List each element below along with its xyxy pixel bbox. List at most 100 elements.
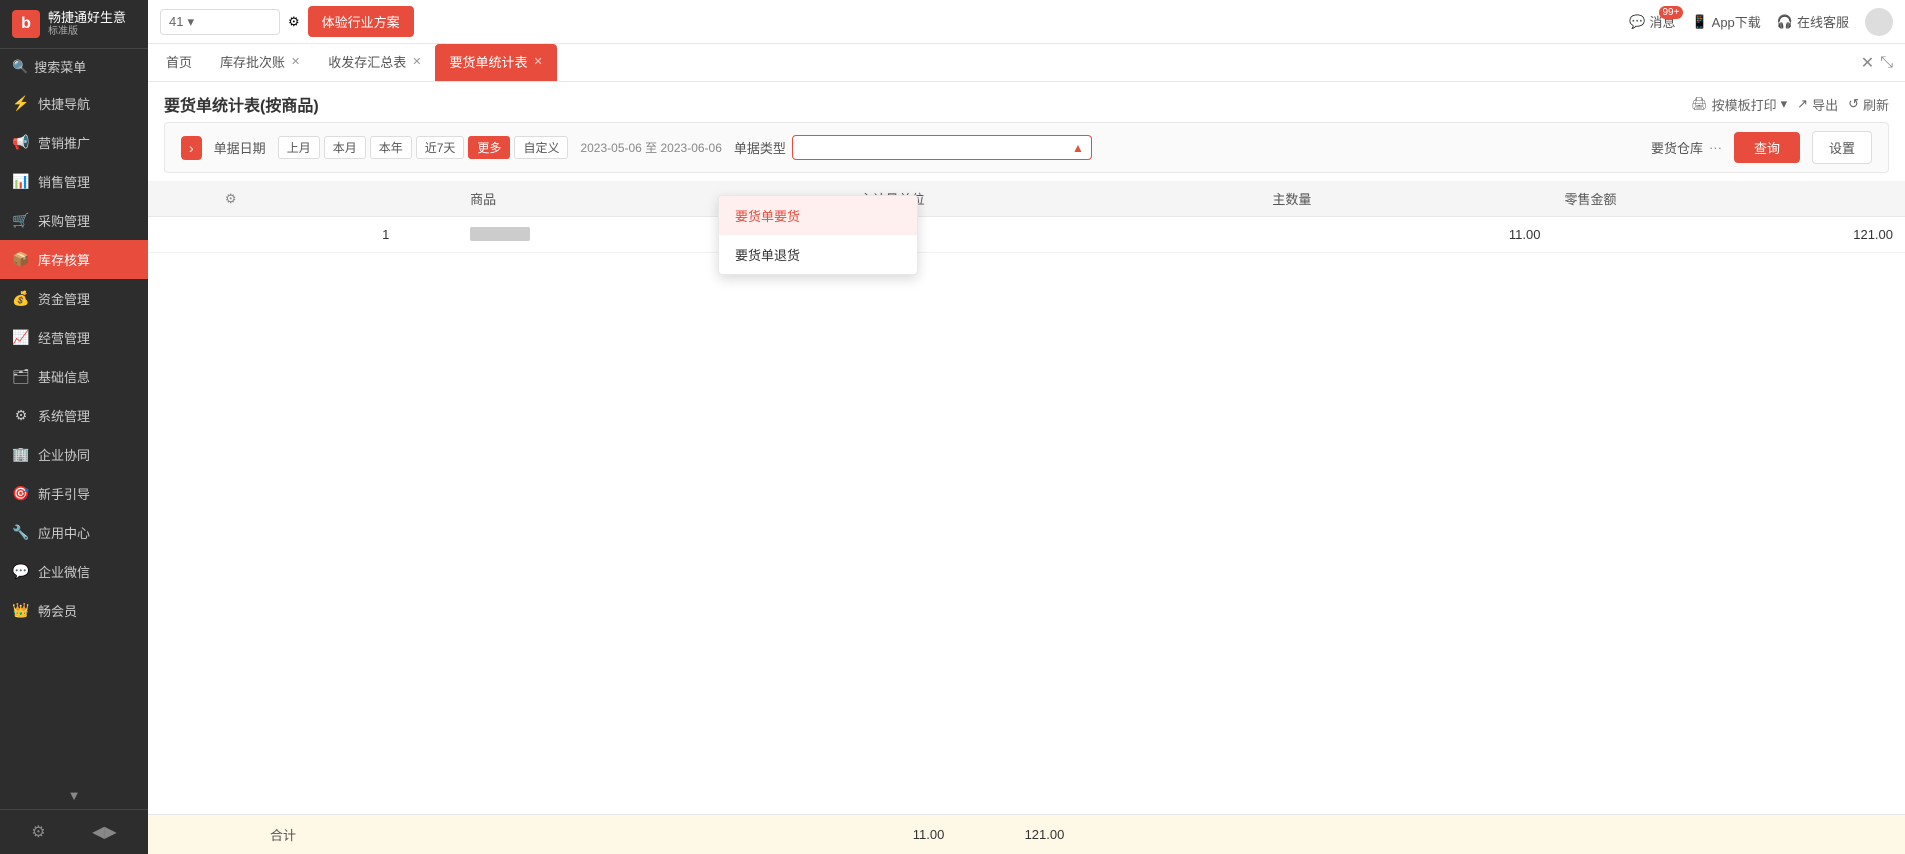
sidebar-item-shortcut[interactable]: ⚡ 快捷导航 [0, 84, 148, 123]
operations-icon: 📈 [12, 329, 30, 347]
online-service-btn[interactable]: 🎧 在线客服 [1777, 12, 1849, 31]
footer-label: 合计 [240, 825, 440, 844]
row-amount: 121.00 [1552, 217, 1905, 253]
store-name: 41 [169, 14, 183, 29]
export-btn[interactable]: ↗ 导出 [1797, 95, 1838, 114]
date-btn-custom[interactable]: 自定义 [514, 136, 568, 159]
date-btn-last-month[interactable]: 上月 [278, 136, 320, 159]
topbar: 41 ▾ ⚙ 体验行业方案 💬 消息 99+ 📱 App下载 🎧 在线客服 [148, 0, 1905, 44]
tab-inventory-batch-label: 库存批次账 [220, 52, 285, 71]
sidebar-item-marketing[interactable]: 📢 营销推广 [0, 123, 148, 162]
sidebar-item-member[interactable]: 👑 畅会员 [0, 591, 148, 630]
tab-receive-send-close[interactable]: ✕ [412, 55, 421, 68]
sidebar-item-inventory[interactable]: 📦 库存核算 [0, 240, 148, 279]
tab-home[interactable]: 首页 [152, 44, 206, 81]
type-filter-input[interactable] [792, 135, 1092, 160]
date-btn-last-7days[interactable]: 近7天 [416, 136, 465, 159]
tab-inventory-batch-close[interactable]: ✕ [291, 55, 300, 68]
date-range-btns: 上月 本月 本年 近7天 更多 自定义 [278, 136, 569, 159]
filter-type-section: 单据类型 ▲ [734, 135, 1639, 160]
date-btn-this-year[interactable]: 本年 [370, 136, 412, 159]
tab-home-label: 首页 [166, 52, 192, 71]
table-header-index [313, 181, 458, 217]
topbar-right: 💬 消息 99+ 📱 App下载 🎧 在线客服 [1629, 8, 1893, 36]
sidebar-item-sales[interactable]: 📊 销售管理 [0, 162, 148, 201]
export-icon: ↗ [1797, 96, 1808, 112]
footer-amount: 121.00 [964, 827, 1084, 842]
trial-button[interactable]: 体验行业方案 [308, 6, 414, 37]
refresh-btn-label: 刷新 [1863, 95, 1889, 114]
print-icon: 🖨 [1691, 96, 1708, 112]
store-selector[interactable]: 41 ▾ [160, 9, 280, 35]
type-filter-label: 单据类型 [734, 138, 786, 157]
print-btn-label: 按模板打印 [1712, 95, 1777, 114]
query-button[interactable]: 查询 [1734, 132, 1800, 163]
footer-quantity: 11.00 [844, 827, 964, 842]
date-btn-this-month[interactable]: 本月 [324, 136, 366, 159]
sidebar-item-system[interactable]: ⚙ 系统管理 [0, 396, 148, 435]
topbar-gear-icon[interactable]: ⚙ [288, 14, 300, 30]
refresh-icon: ↺ [1848, 96, 1859, 112]
maximize-window-icon[interactable]: ⤡ [1880, 54, 1893, 72]
close-window-icon[interactable]: ✕ [1861, 53, 1874, 73]
print-chevron-icon: ▾ [1781, 96, 1788, 112]
sidebar-item-appstore[interactable]: 🔧 应用中心 [0, 513, 148, 552]
table-footer: 合计 11.00 121.00 [148, 814, 1905, 854]
settings-bottom-btn[interactable]: ⚙ [27, 818, 49, 846]
sidebar-item-guide[interactable]: 🎯 新手引导 [0, 474, 148, 513]
user-avatar-btn[interactable] [1865, 8, 1893, 36]
sidebar-item-label: 畅会员 [38, 601, 77, 620]
row-index: 1 [313, 217, 458, 253]
sales-icon: 📊 [12, 173, 30, 191]
sidebar-item-label: 系统管理 [38, 406, 90, 425]
table-header-settings[interactable]: ⚙ [148, 181, 313, 217]
page-content: 要货单统计表(按商品) 🖨 按模板打印 ▾ ↗ 导出 ↺ 刷新 › [148, 82, 1905, 854]
dropdown-item-order-goods[interactable]: 要货单要货 [719, 196, 917, 235]
sidebar-item-enterprise[interactable]: 🏢 企业协同 [0, 435, 148, 474]
sidebar-item-label: 资金管理 [38, 289, 90, 308]
table-wrapper: ⚙ 商品 主计量单位 主数量 零售金额 1 [148, 181, 1905, 814]
page-title: 要货单统计表(按商品) [164, 92, 319, 116]
dropdown-item-return-goods[interactable]: 要货单退货 [719, 235, 917, 274]
warehouse-filter-dots[interactable]: ··· [1709, 140, 1722, 155]
sidebar-item-label: 应用中心 [38, 523, 90, 542]
system-icon: ⚙ [12, 407, 30, 425]
print-btn[interactable]: 🖨 按模板打印 ▾ [1691, 95, 1787, 114]
inventory-icon: 📦 [12, 251, 30, 269]
type-filter-arrow[interactable]: ▲ [1072, 141, 1084, 155]
service-icon: 🎧 [1777, 14, 1793, 30]
app-download-btn[interactable]: 📱 App下载 [1691, 12, 1760, 31]
row-settings [148, 217, 313, 253]
search-icon: 🔍 [12, 59, 28, 75]
filter-settings-button[interactable]: 设置 [1812, 131, 1872, 164]
sidebar-item-purchase[interactable]: 🛒 采购管理 [0, 201, 148, 240]
filter-bar: › 单据日期 上月 本月 本年 近7天 更多 自定义 2023-05-06 至 … [164, 122, 1889, 173]
tab-inventory-batch[interactable]: 库存批次账 ✕ [206, 44, 314, 81]
sidebar-item-operations[interactable]: 📈 经营管理 [0, 318, 148, 357]
sidebar-item-wechat[interactable]: 💬 企业微信 [0, 552, 148, 591]
collapse-sidebar-btn[interactable]: ◀▶ [88, 818, 121, 846]
tab-order-stats-close[interactable]: ✕ [534, 55, 543, 68]
date-btn-more[interactable]: 更多 [468, 136, 510, 159]
tab-order-stats[interactable]: 要货单统计表 ✕ [435, 44, 556, 81]
appstore-icon: 🔧 [12, 524, 30, 542]
messages-badge: 99+ [1659, 6, 1684, 19]
sidebar-item-label: 基础信息 [38, 367, 90, 386]
base-icon: 🗂 [12, 368, 30, 386]
purchase-icon: 🛒 [12, 212, 30, 230]
tab-receive-send[interactable]: 收发存汇总表 ✕ [314, 44, 435, 81]
sidebar-item-base[interactable]: 🗂 基础信息 [0, 357, 148, 396]
refresh-btn[interactable]: ↺ 刷新 [1848, 95, 1889, 114]
sidebar-item-label: 库存核算 [38, 250, 90, 269]
table-header-quantity: 主数量 [1260, 181, 1552, 217]
filter-expand-btn[interactable]: › [181, 136, 202, 160]
sidebar-item-finance[interactable]: 💰 资金管理 [0, 279, 148, 318]
tabbar: 首页 库存批次账 ✕ 收发存汇总表 ✕ 要货单统计表 ✕ ✕ ⤡ [148, 44, 1905, 82]
sidebar-item-label: 采购管理 [38, 211, 90, 230]
sidebar-scroll-down[interactable]: ▼ [0, 782, 148, 809]
sidebar-search[interactable]: 🔍 搜索菜单 [0, 49, 148, 84]
tab-window-controls: ✕ ⤡ [1853, 44, 1901, 81]
date-range-display: 2023-05-06 至 2023-06-06 [580, 139, 721, 156]
type-dropdown: 要货单要货 要货单退货 [718, 195, 918, 275]
messages-btn[interactable]: 💬 消息 99+ [1629, 12, 1675, 31]
